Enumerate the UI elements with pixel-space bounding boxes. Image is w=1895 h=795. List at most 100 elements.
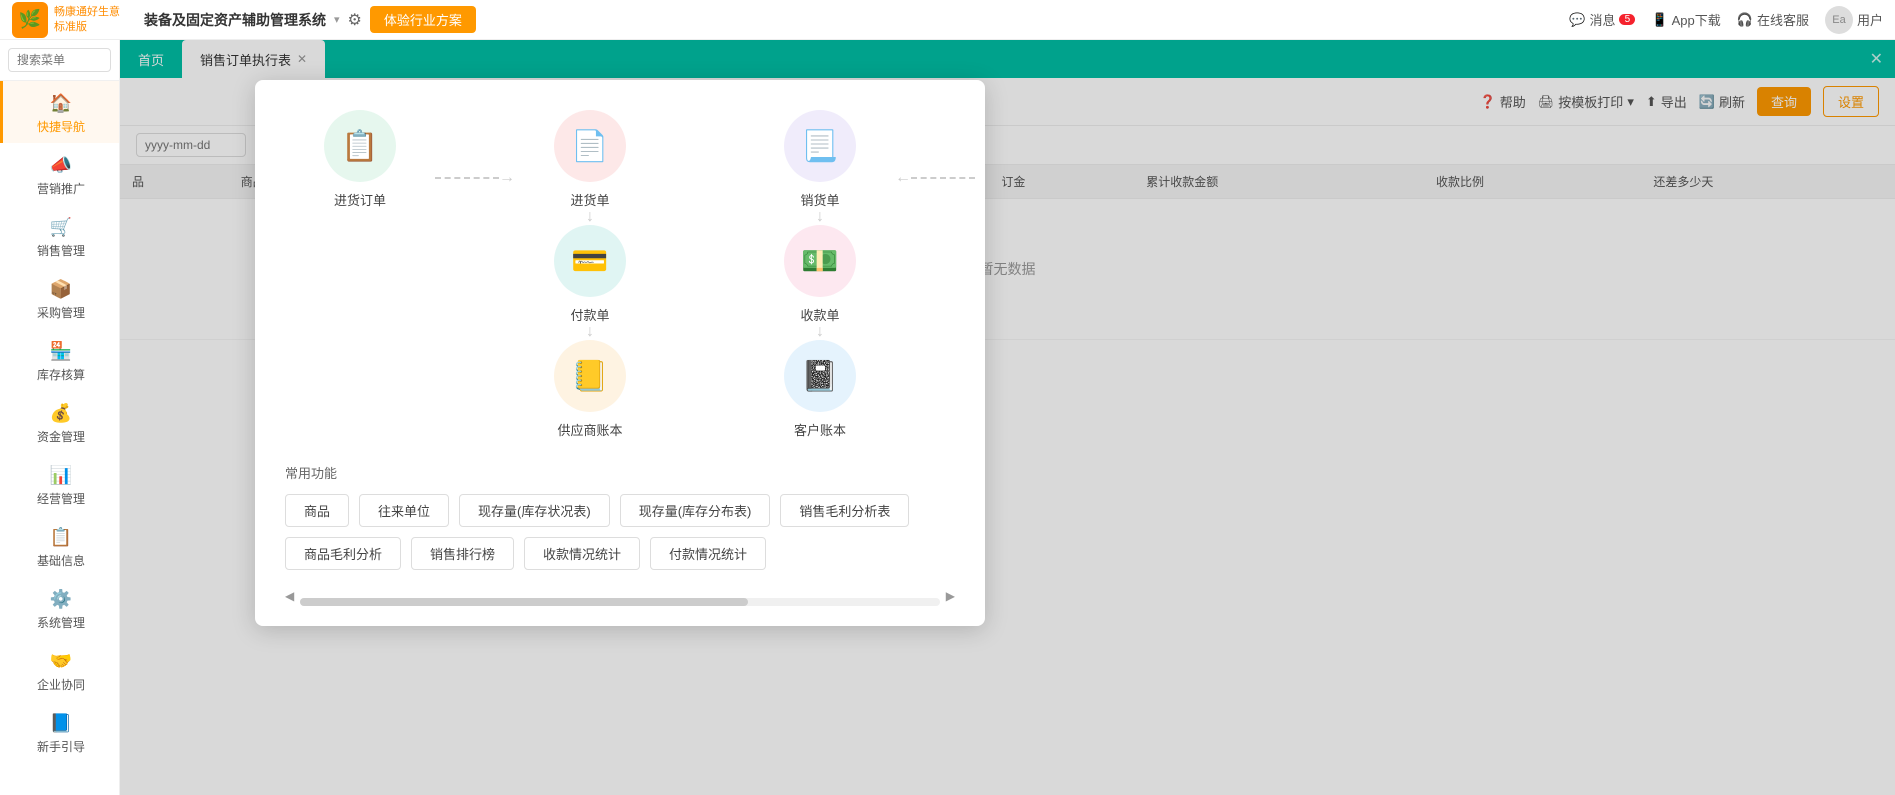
sidebar: 🏠 快捷导航 📣 营销推广 🛒 销售管理 📦 采购管理 🏪 库存核算 💰 资金管… <box>0 40 120 795</box>
app-download-button[interactable]: 📱 App下载 <box>1651 10 1720 29</box>
func-button-1[interactable]: 往来单位 <box>359 494 449 527</box>
scrollbar-thumb <box>300 598 748 606</box>
message-icon: 💬 <box>1569 12 1585 28</box>
system-name: 装备及固定资产辅助管理系统 <box>144 10 326 30</box>
arrow-down-payment: ↓ <box>515 323 665 341</box>
func-button-2[interactable]: 现存量(库存状况表) <box>459 494 610 527</box>
sales-bill-icon: 📃 <box>784 110 856 182</box>
sidebar-item-newbie[interactable]: 📘 新手引导 <box>0 701 119 763</box>
supplier-ledger-icon: 📒 <box>554 340 626 412</box>
top-bar-right: 💬 消息 5 📱 App下载 🎧 在线客服 Ea 用户 <box>1569 6 1883 34</box>
logo-text: 畅康通好生意 标准版 <box>54 5 120 34</box>
main-area: 🏠 快捷导航 📣 营销推广 🛒 销售管理 📦 采购管理 🏪 库存核算 💰 资金管… <box>0 40 1895 795</box>
message-button[interactable]: 💬 消息 5 <box>1569 10 1635 29</box>
online-service-button[interactable]: 🎧 在线客服 <box>1737 10 1809 29</box>
func-button-5[interactable]: 商品毛利分析 <box>285 537 401 570</box>
sales-icon: 🛒 <box>50 217 72 238</box>
user-button[interactable]: Ea 用户 <box>1825 6 1883 34</box>
customer-ledger-label: 客户账本 <box>794 420 846 439</box>
finance-icon: 💰 <box>50 403 72 424</box>
try-button[interactable]: 体验行业方案 <box>370 6 476 33</box>
enterprise-label: 企业协同 <box>37 676 85 693</box>
settings-icon[interactable]: ⚙ <box>348 10 362 30</box>
arrow-sales-order-to-sales-bill: ← <box>895 169 975 187</box>
purchase-order-label: 进货订单 <box>334 190 386 209</box>
popup-box: 📋 进货订单 → 📄 进货单 <box>255 80 985 626</box>
logo-area: 🌿 畅康通好生意 标准版 <box>12 2 132 38</box>
sidebar-item-purchase[interactable]: 📦 采购管理 <box>0 267 119 329</box>
inventory-label: 库存核算 <box>37 366 85 383</box>
flow-item-sales-order[interactable]: 📑 销售订单 <box>975 110 985 209</box>
func-button-3[interactable]: 现存量(库存分布表) <box>620 494 771 527</box>
basic-info-label: 基础信息 <box>37 552 85 569</box>
system-title-area: 装备及固定资产辅助管理系统 ▾ ⚙ 体验行业方案 <box>132 6 1569 33</box>
sidebar-search-area <box>0 40 119 81</box>
system-dropdown-arrow[interactable]: ▾ <box>334 13 340 26</box>
sidebar-item-system[interactable]: ⚙️ 系统管理 <box>0 577 119 639</box>
newbie-icon: 📘 <box>50 713 72 734</box>
quick-nav-label: 快捷导航 <box>37 118 85 135</box>
sidebar-item-quick-nav[interactable]: 🏠 快捷导航 <box>0 81 119 143</box>
purchase-icon: 📦 <box>50 279 72 300</box>
sidebar-item-marketing[interactable]: 📣 营销推广 <box>0 143 119 205</box>
func-buttons-container: 商品往来单位现存量(库存状况表) 现存量(库存分布表) 销售毛利分析表商品毛利分析销… <box>285 494 955 570</box>
popup-overlay: 📋 进货订单 → 📄 进货单 <box>120 40 1895 795</box>
flow-item-supplier-ledger[interactable]: 📒 供应商账本 <box>515 340 665 439</box>
quick-nav-icon: 🏠 <box>50 93 72 114</box>
flow-item-purchase-bill[interactable]: 📄 进货单 <box>515 110 665 209</box>
top-bar: 🌿 畅康通好生意 标准版 装备及固定资产辅助管理系统 ▾ ⚙ 体验行业方案 💬 … <box>0 0 1895 40</box>
popup-horizontal-scrollbar[interactable] <box>300 598 940 606</box>
sales-bill-label: 销货单 <box>800 190 839 209</box>
arrow-down-purchase-bill: ↓ <box>515 208 665 226</box>
system-icon: ⚙️ <box>50 589 72 610</box>
sidebar-item-inventory[interactable]: 🏪 库存核算 <box>0 329 119 391</box>
receipt-bill-icon: 💵 <box>784 225 856 297</box>
arrow-purchase-order-to-purchase-bill: → <box>435 169 515 187</box>
inventory-icon: 🏪 <box>50 341 72 362</box>
flow-item-receipt-bill[interactable]: 💵 收款单 <box>745 225 895 324</box>
sidebar-item-basic-info[interactable]: 📋 基础信息 <box>0 515 119 577</box>
func-button-0[interactable]: 商品 <box>285 494 349 527</box>
sidebar-item-sales[interactable]: 🛒 销售管理 <box>0 205 119 267</box>
purchase-bill-label: 进货单 <box>570 190 609 209</box>
arrow-down-receipt: ↓ <box>745 323 895 341</box>
purchase-order-icon: 📋 <box>324 110 396 182</box>
common-functions-section: 常用功能 商品往来单位现存量(库存状况表)现存量(库存分布表)销售毛利分析表商品… <box>285 463 955 570</box>
flow-item-customer-ledger[interactable]: 📓 客户账本 <box>745 340 895 439</box>
content-area: 首页 销售订单执行表 ✕ ✕ ❓ 帮助 🖨 按模板打印 <box>120 40 1895 795</box>
func-button-6[interactable]: 销售排行榜 <box>411 537 514 570</box>
scroll-right-arrow[interactable]: ▶ <box>946 589 955 603</box>
func-button-4[interactable]: 销售毛利分析表 <box>780 494 909 527</box>
supplier-ledger-label: 供应商账本 <box>557 420 622 439</box>
enterprise-icon: 🤝 <box>50 651 72 672</box>
operation-icon: 📊 <box>50 465 72 486</box>
marketing-label: 营销推广 <box>37 180 85 197</box>
flow-item-payment-bill[interactable]: 💳 付款单 <box>515 225 665 324</box>
common-functions-title: 常用功能 <box>285 463 955 482</box>
sidebar-item-operation[interactable]: 📊 经营管理 <box>0 453 119 515</box>
sidebar-item-finance[interactable]: 💰 资金管理 <box>0 391 119 453</box>
purchase-bill-icon: 📄 <box>554 110 626 182</box>
finance-label: 资金管理 <box>37 428 85 445</box>
basic-info-icon: 📋 <box>50 527 72 548</box>
receipt-bill-label: 收款单 <box>800 305 839 324</box>
payment-bill-icon: 💳 <box>554 225 626 297</box>
payment-bill-label: 付款单 <box>570 305 609 324</box>
headset-icon: 🎧 <box>1737 12 1753 28</box>
customer-ledger-icon: 📓 <box>784 340 856 412</box>
popup-scrollbar-area: ◀ ▶ <box>285 586 955 606</box>
func-button-7[interactable]: 收款情况统计 <box>524 537 640 570</box>
mobile-icon: 📱 <box>1651 12 1667 28</box>
flow-item-sales-bill[interactable]: 📃 销货单 <box>745 110 895 209</box>
sales-label: 销售管理 <box>37 242 85 259</box>
scroll-left-arrow[interactable]: ◀ <box>285 589 294 603</box>
operation-label: 经营管理 <box>37 490 85 507</box>
arrow-down-sales-bill: ↓ <box>745 208 895 226</box>
system-label: 系统管理 <box>37 614 85 631</box>
marketing-icon: 📣 <box>50 155 72 176</box>
newbie-label: 新手引导 <box>37 738 85 755</box>
flow-item-purchase-order[interactable]: 📋 进货订单 <box>285 110 435 209</box>
func-button-8[interactable]: 付款情况统计 <box>650 537 766 570</box>
search-input[interactable] <box>8 48 111 72</box>
sidebar-item-enterprise[interactable]: 🤝 企业协同 <box>0 639 119 701</box>
